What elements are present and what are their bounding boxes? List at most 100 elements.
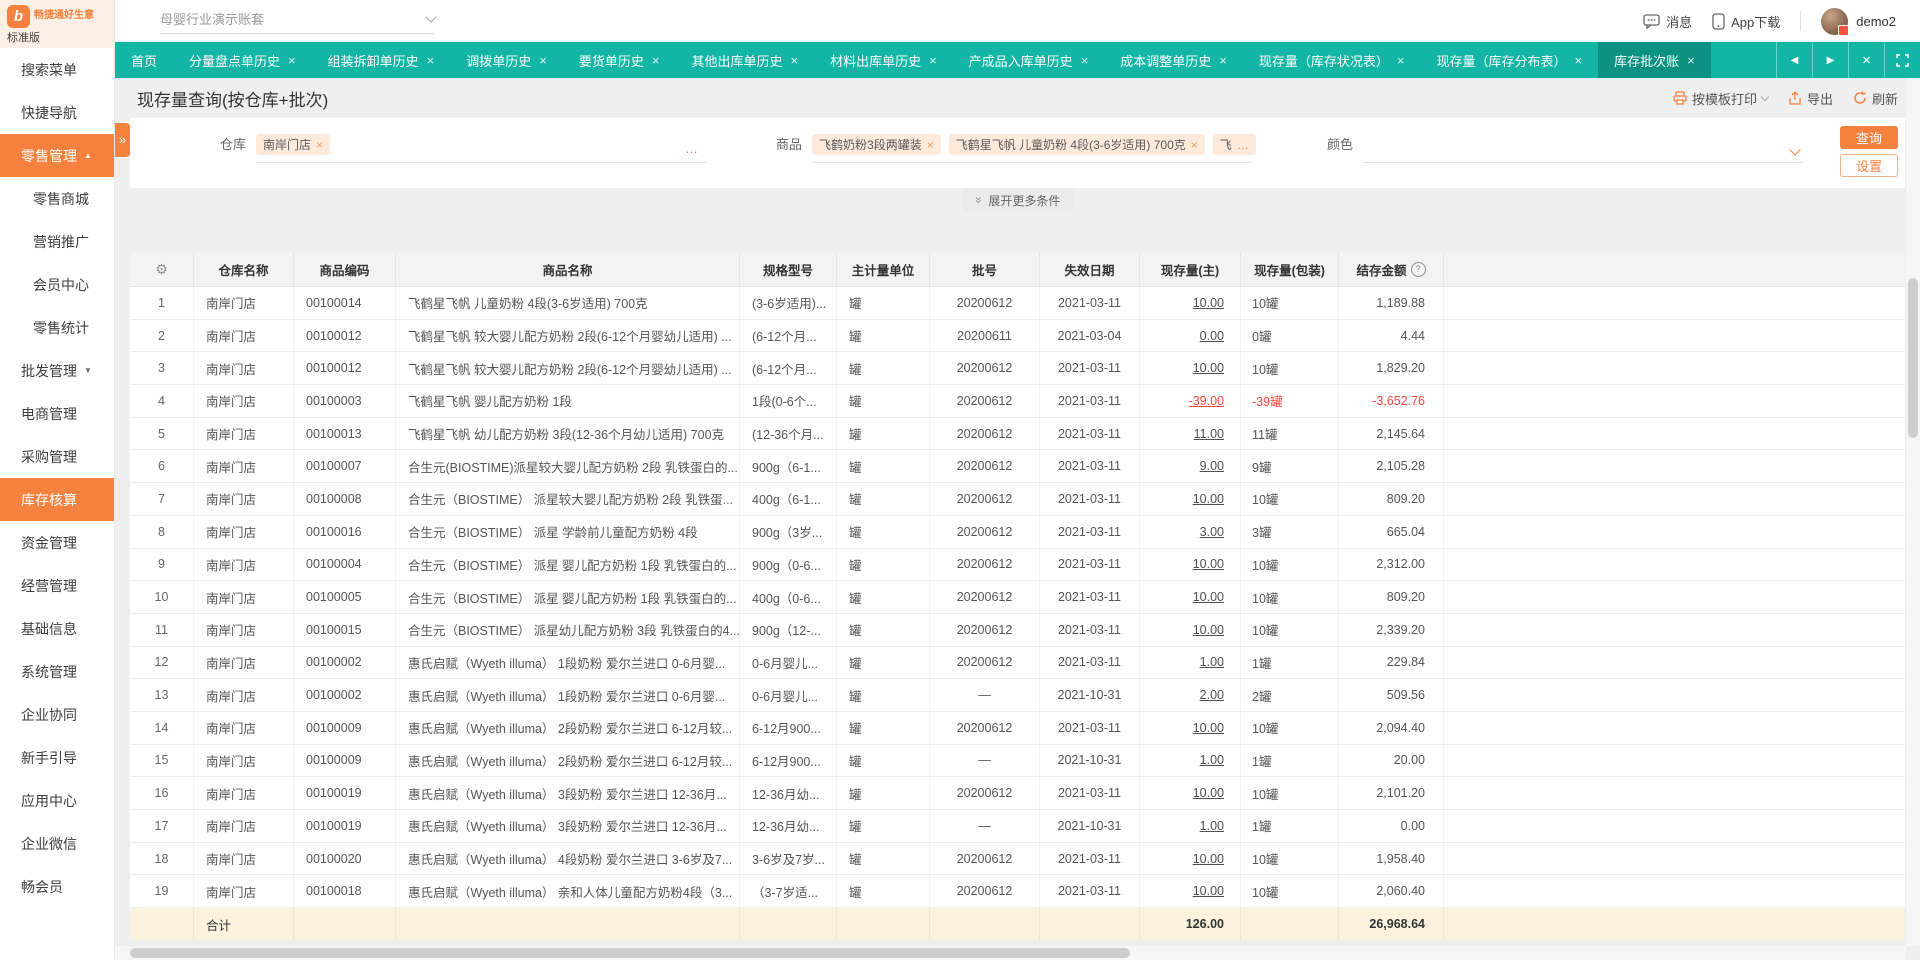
column-header-warehouse[interactable]: 仓库名称 (194, 252, 294, 286)
messages-button[interactable]: 消息 (1643, 12, 1692, 31)
query-button[interactable]: 查询 (1840, 126, 1898, 149)
tab[interactable]: 其他出库单历史 × (675, 42, 814, 78)
column-header-qty-pack[interactable]: 现存量(包装) (1241, 252, 1339, 286)
color-field[interactable] (1363, 133, 1804, 163)
qty-main-link[interactable]: 10.00 (1193, 884, 1224, 898)
sidebar-item[interactable]: 库存核算 (0, 478, 114, 521)
horizontal-scrollbar-thumb[interactable] (130, 948, 1130, 958)
table-row[interactable]: 19 南岸门店 00100018 惠氏启赋（Wyeth illuma） 亲和人体儿童配… (130, 875, 1906, 909)
sidebar-item[interactable]: 企业协同 (0, 693, 114, 736)
print-by-template-button[interactable]: 按模板打印 (1673, 89, 1770, 108)
qty-main-link[interactable]: 2.00 (1200, 688, 1224, 702)
table-row[interactable]: 15 南岸门店 00100009 惠氏启赋（Wyeth illuma） 2段奶粉 爱尔… (130, 744, 1906, 778)
vertical-scrollbar-thumb[interactable] (1908, 278, 1918, 438)
tab[interactable]: 分量盘点单历史 × (173, 42, 312, 78)
tab[interactable]: 材料出库单历史 × (814, 42, 953, 78)
tab[interactable]: 现存量（库存分布表） × (1421, 42, 1599, 78)
tab-close-icon[interactable]: × (1397, 53, 1405, 68)
qty-main-link[interactable]: 3.00 (1200, 525, 1224, 539)
tabs-scroll-right-button[interactable]: ▶ (1812, 42, 1848, 78)
column-header-name[interactable]: 商品名称 (396, 252, 740, 286)
sidebar-item[interactable]: 资金管理 (0, 521, 114, 564)
qty-main-link[interactable]: 11.00 (1194, 427, 1224, 441)
help-icon[interactable]: ? (1410, 261, 1426, 277)
sidebar-item[interactable]: 系统管理 (0, 650, 114, 693)
qty-main-link[interactable]: 10.00 (1193, 852, 1224, 866)
table-row[interactable]: 10 南岸门店 00100005 合生元（BIOSTIME） 派星 婴儿配方奶粉 1段… (130, 581, 1906, 614)
column-header-amount[interactable]: 结存金额 ? (1339, 252, 1444, 286)
sidebar-item[interactable]: 采购管理 (0, 435, 114, 478)
tab-close-icon[interactable]: × (1081, 53, 1089, 68)
sidebar-item[interactable]: 新手引导 (0, 736, 114, 779)
table-row[interactable]: 3 南岸门店 00100012 飞鹤星飞帆 较大婴儿配方奶粉 2段(6-12个月婴幼儿… (130, 352, 1906, 386)
column-header-qty-main[interactable]: 现存量(主) (1140, 252, 1241, 286)
horizontal-scrollbar[interactable] (115, 945, 1906, 960)
table-row[interactable]: 18 南岸门店 00100020 惠氏启赋（Wyeth illuma） 4段奶粉 爱尔… (130, 842, 1906, 876)
table-row[interactable]: 5 南岸门店 00100013 飞鹤星飞帆 幼儿配方奶粉 3段(12-36个月幼儿适用… (130, 417, 1906, 451)
qty-main-link[interactable]: -39.00 (1189, 394, 1224, 408)
sidebar-item[interactable]: 零售管理 ▲ (0, 134, 114, 177)
product-field[interactable]: 飞鹤奶粉3段两罐装 × 飞鹤星飞帆 儿童奶粉 4段(3-6岁适用) 700克 ×… (812, 133, 1256, 163)
column-header-batch[interactable]: 批号 (930, 252, 1040, 286)
qty-main-link[interactable]: 10.00 (1193, 492, 1224, 506)
sidebar-item[interactable]: 畅会员 (0, 865, 114, 908)
settings-button[interactable]: 设置 (1840, 154, 1898, 177)
tab-close-icon[interactable]: × (288, 53, 296, 68)
tab[interactable]: 成本调整单历史 × (1104, 42, 1243, 78)
sidebar-item[interactable]: 搜索菜单 (0, 48, 114, 91)
table-row[interactable]: 14 南岸门店 00100009 惠氏启赋（Wyeth illuma） 2段奶粉 爱尔… (130, 711, 1906, 745)
tab-close-icon[interactable]: × (427, 53, 435, 68)
tab[interactable]: 现存量（库存状况表） × (1243, 42, 1421, 78)
expand-more-conditions-button[interactable]: » 展开更多条件 (962, 188, 1074, 212)
tab-close-icon[interactable]: × (1219, 53, 1227, 68)
account-selector[interactable]: 母婴行业演示账套 (160, 9, 437, 34)
tabs-scroll-left-button[interactable]: ◀ (1776, 42, 1812, 78)
tab-close-icon[interactable]: × (1687, 53, 1695, 68)
more-options-icon[interactable]: … (685, 141, 700, 156)
export-button[interactable]: 导出 (1788, 89, 1833, 108)
remove-tag-icon[interactable]: × (927, 138, 934, 152)
table-row[interactable]: 1 南岸门店 00100014 飞鹤星飞帆 儿童奶粉 4段(3-6岁适用) 700克(… (130, 287, 1906, 320)
app-download-button[interactable]: App下载 (1712, 12, 1780, 31)
sidebar-item[interactable]: 基础信息 (0, 607, 114, 650)
column-header-expiry[interactable]: 失效日期 (1040, 252, 1140, 286)
sidebar-item[interactable]: 零售商城 (0, 177, 114, 220)
refresh-button[interactable]: 刷新 (1853, 89, 1898, 108)
qty-main-link[interactable]: 9.00 (1200, 459, 1224, 473)
column-settings-button[interactable]: ⚙ (130, 252, 194, 286)
table-row[interactable]: 11 南岸门店 00100015 合生元（BIOSTIME） 派星幼儿配方奶粉 3段 … (130, 613, 1906, 647)
tab[interactable]: 要货单历史 × (563, 42, 676, 78)
qty-main-link[interactable]: 1.00 (1200, 819, 1224, 833)
sidebar-item[interactable]: 企业微信 (0, 822, 114, 865)
qty-main-link[interactable]: 1.00 (1200, 753, 1224, 767)
sidebar-item[interactable]: 零售统计 (0, 306, 114, 349)
sidebar-item[interactable]: 营销推广 (0, 220, 114, 263)
tab[interactable]: 库存批次账 × (1598, 42, 1711, 78)
remove-tag-icon[interactable]: × (316, 138, 323, 152)
tab-close-icon[interactable]: × (652, 53, 660, 68)
tab[interactable]: 组装拆卸单历史 × (312, 42, 451, 78)
qty-main-link[interactable]: 0.00 (1200, 329, 1224, 343)
table-row[interactable]: 13 南岸门店 00100002 惠氏启赋（Wyeth illuma） 1段奶粉 爱尔… (130, 679, 1906, 712)
qty-main-link[interactable]: 10.00 (1193, 590, 1224, 604)
table-row[interactable]: 17 南岸门店 00100019 惠氏启赋（Wyeth illuma） 3段奶粉 爱尔… (130, 810, 1906, 843)
table-row[interactable]: 9 南岸门店 00100004 合生元（BIOSTIME） 派星 婴儿配方奶粉 1段 … (130, 548, 1906, 582)
column-header-code[interactable]: 商品编码 (294, 252, 396, 286)
column-header-unit[interactable]: 主计量单位 (837, 252, 930, 286)
vertical-scrollbar[interactable] (1905, 78, 1920, 946)
qty-main-link[interactable]: 10.00 (1193, 361, 1224, 375)
warehouse-field[interactable]: 南岸门店 × … (256, 133, 707, 163)
table-row[interactable]: 2 南岸门店 00100012 飞鹤星飞帆 较大婴儿配方奶粉 2段(6-12个月婴幼儿… (130, 319, 1906, 353)
sidebar-item[interactable]: 批发管理 ▼ (0, 349, 114, 392)
tab-close-icon[interactable]: × (1575, 53, 1583, 68)
remove-tag-icon[interactable]: × (1191, 138, 1198, 152)
table-row[interactable]: 16 南岸门店 00100019 惠氏启赋（Wyeth illuma） 3段奶粉 爱尔… (130, 777, 1906, 810)
table-row[interactable]: 8 南岸门店 00100016 合生元（BIOSTIME） 派星 学龄前儿童配方奶粉 … (130, 515, 1906, 549)
sidebar-item[interactable]: 电商管理 (0, 392, 114, 435)
tab[interactable]: 调拨单历史 × (450, 42, 563, 78)
tab-close-icon[interactable]: × (539, 53, 547, 68)
more-options-icon[interactable]: … (1237, 138, 1249, 152)
collapse-filter-button[interactable]: » (115, 123, 130, 157)
tab-close-icon[interactable]: × (929, 53, 937, 68)
tab[interactable]: 首页 (115, 42, 173, 78)
